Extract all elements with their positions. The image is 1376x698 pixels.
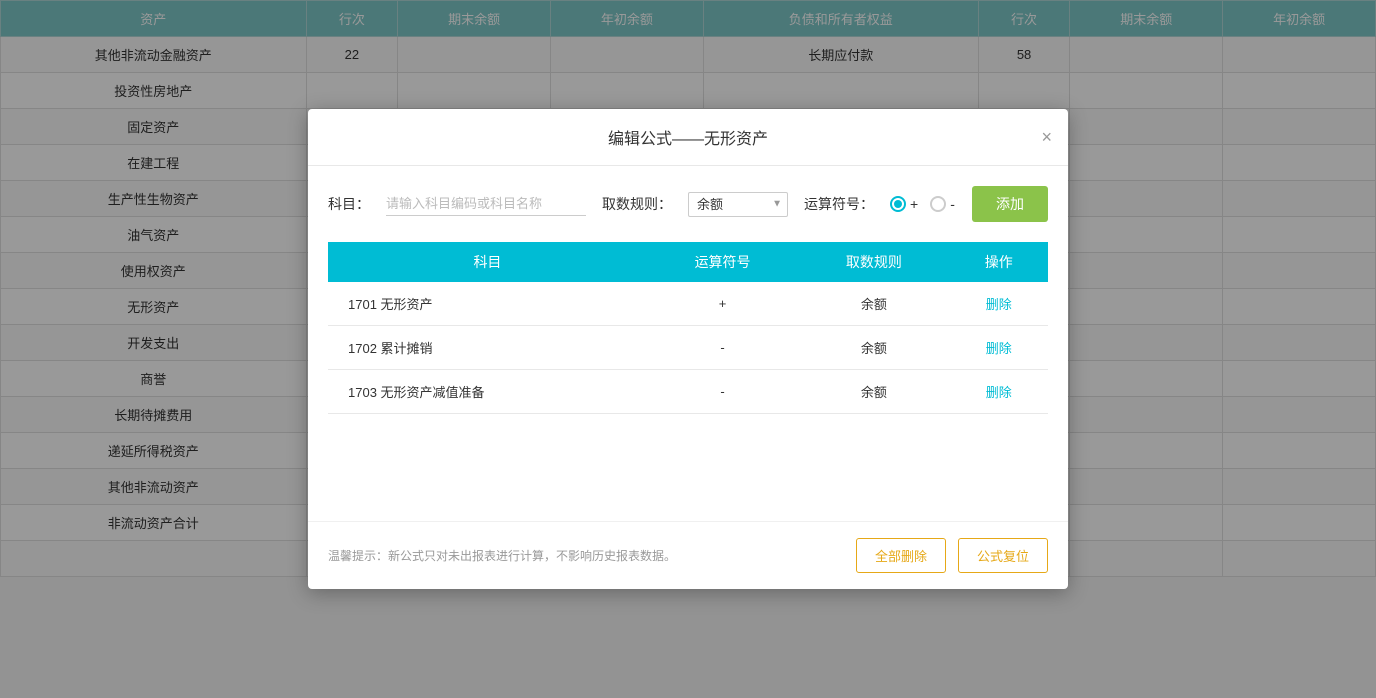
- modal-body: 科目： 取数规则： 余额 借方 贷方 借方发生额 贷方发生额 运算符号：: [308, 166, 1068, 521]
- cell-fetch-rule: 余额: [798, 326, 949, 370]
- cell-fetch-rule: 余额: [798, 370, 949, 414]
- footer-buttons: 全部删除 公式复位: [856, 538, 1048, 573]
- footer-tip: 温馨提示：新公式只对未出报表进行计算，不影响历史报表数据。: [328, 547, 676, 564]
- fetch-rule-select[interactable]: 余额 借方 贷方 借方发生额 贷方发生额: [688, 192, 788, 217]
- edit-formula-modal: 编辑公式——无形资产 × 科目： 取数规则： 余额 借方 贷方 借方发生额 贷方…: [308, 109, 1068, 589]
- fetch-rule-label: 取数规则：: [602, 194, 672, 214]
- modal-footer: 温馨提示：新公式只对未出报表进行计算，不影响历史报表数据。 全部删除 公式复位: [308, 521, 1068, 589]
- cell-operator: -: [647, 370, 798, 414]
- radio-plus[interactable]: +: [890, 196, 918, 212]
- formula-table: 科目 运算符号 取数规则 操作 1701 无形资产+余额删除1702 累计摊销-…: [328, 242, 1048, 414]
- reset-formula-button[interactable]: 公式复位: [958, 538, 1048, 573]
- modal-header: 编辑公式——无形资产 ×: [308, 109, 1068, 166]
- cell-operator: +: [647, 282, 798, 326]
- cell-fetch-rule: 余额: [798, 282, 949, 326]
- cell-subject: 1702 累计摊销: [328, 326, 647, 370]
- cell-action: 删除: [950, 326, 1048, 370]
- table-row: 1703 无形资产减值准备-余额 删除: [328, 370, 1048, 414]
- th-operator: 运算符号: [647, 242, 798, 282]
- subject-label: 科目：: [328, 194, 370, 214]
- cell-action: 删除: [950, 370, 1048, 414]
- th-fetch-rule: 取数规则: [798, 242, 949, 282]
- table-row: 1701 无形资产+余额 删除: [328, 282, 1048, 326]
- subject-input[interactable]: [386, 192, 586, 216]
- formula-table-header: 科目 运算符号 取数规则 操作: [328, 242, 1048, 282]
- radio-plus-label: +: [910, 196, 918, 212]
- cell-subject: 1703 无形资产减值准备: [328, 370, 647, 414]
- table-row: 1702 累计摊销-余额 删除: [328, 326, 1048, 370]
- modal-title: 编辑公式——无形资产: [608, 125, 768, 149]
- radio-minus[interactable]: -: [930, 196, 955, 212]
- operator-label: 运算符号：: [804, 194, 874, 214]
- add-button[interactable]: 添加: [972, 186, 1048, 222]
- form-row: 科目： 取数规则： 余额 借方 贷方 借方发生额 贷方发生额 运算符号：: [328, 186, 1048, 222]
- delete-row-button[interactable]: 删除: [986, 294, 1012, 313]
- delete-all-button[interactable]: 全部删除: [856, 538, 946, 573]
- radio-minus-circle: [930, 196, 946, 212]
- radio-plus-circle: [890, 196, 906, 212]
- operator-radio-group: + -: [890, 196, 955, 212]
- modal-close-button[interactable]: ×: [1041, 128, 1052, 146]
- formula-table-body: 1701 无形资产+余额删除1702 累计摊销-余额删除1703 无形资产减值准…: [328, 282, 1048, 414]
- cell-subject: 1701 无形资产: [328, 282, 647, 326]
- modal-overlay: 编辑公式——无形资产 × 科目： 取数规则： 余额 借方 贷方 借方发生额 贷方…: [0, 0, 1376, 698]
- th-subject: 科目: [328, 242, 647, 282]
- delete-row-button[interactable]: 删除: [986, 382, 1012, 401]
- radio-minus-label: -: [950, 196, 955, 212]
- delete-row-button[interactable]: 删除: [986, 338, 1012, 357]
- cell-operator: -: [647, 326, 798, 370]
- cell-action: 删除: [950, 282, 1048, 326]
- fetch-rule-select-wrap: 余额 借方 贷方 借方发生额 贷方发生额: [688, 192, 788, 217]
- th-action: 操作: [950, 242, 1048, 282]
